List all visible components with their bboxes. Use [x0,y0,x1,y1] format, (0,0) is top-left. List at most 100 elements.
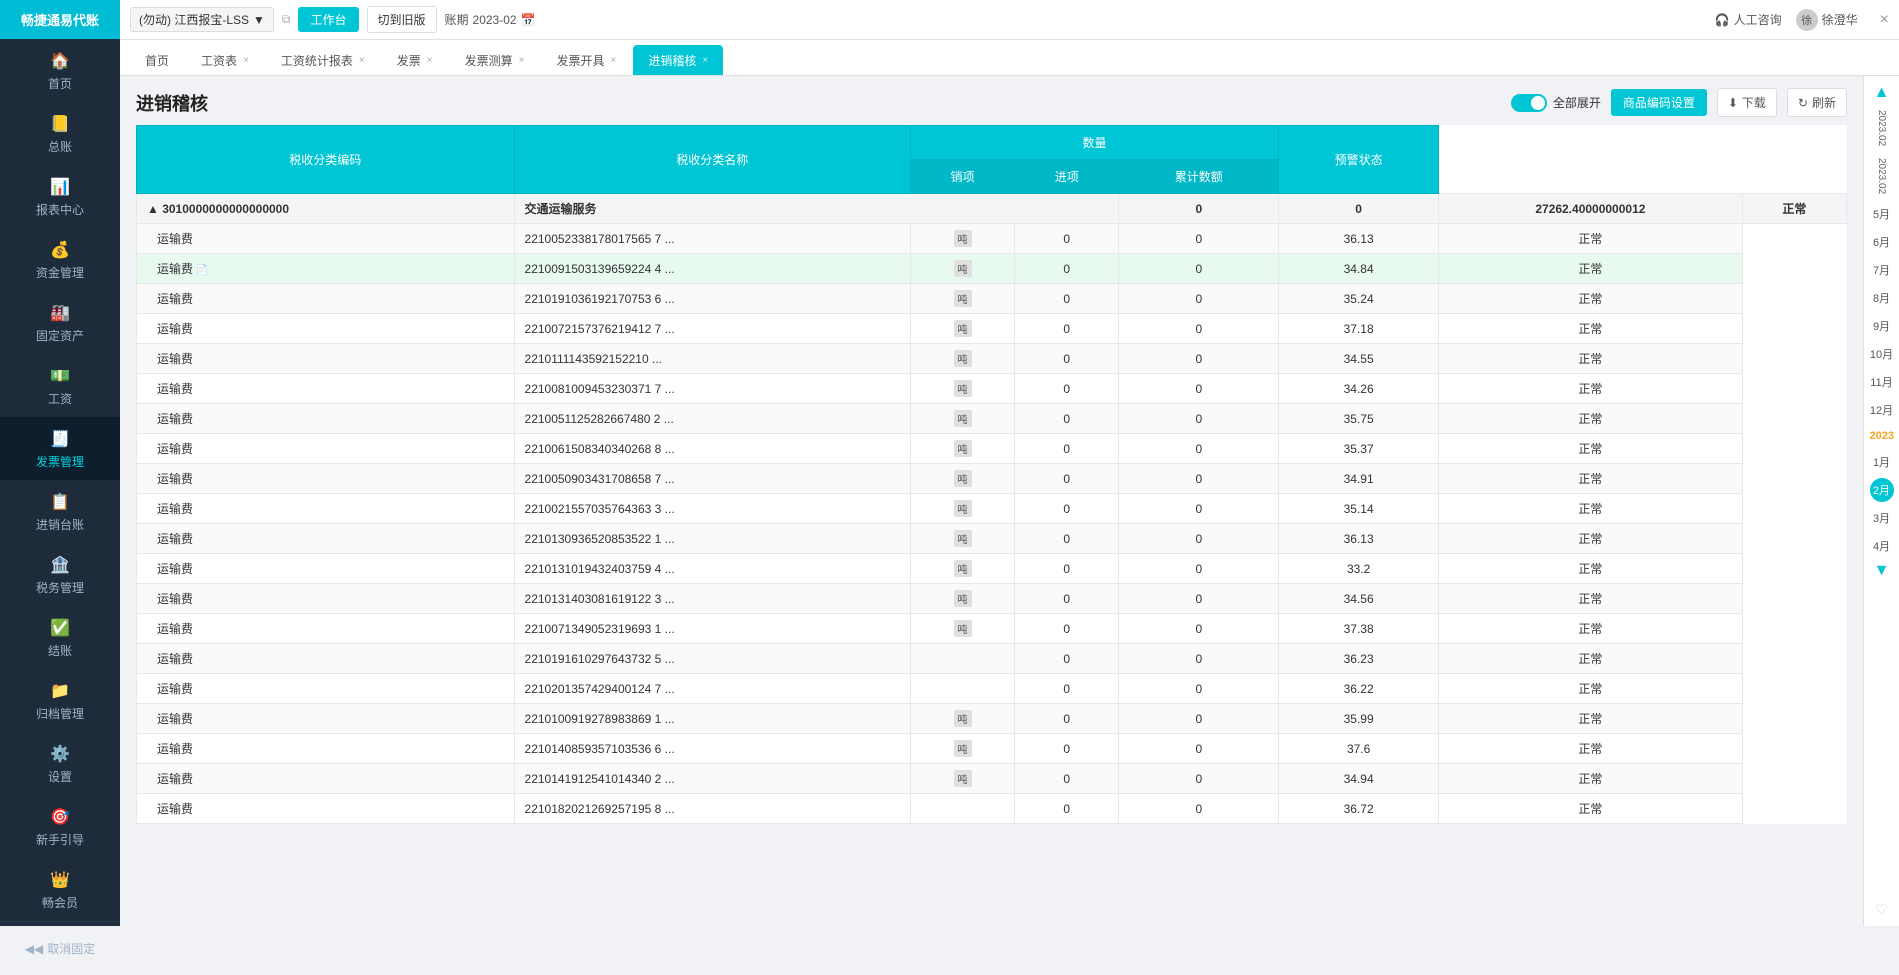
download-label: 下载 [1742,94,1766,111]
service-label: 人工咨询 [1734,11,1782,28]
month-3[interactable]: 3月 [1868,506,1896,530]
month-4[interactable]: 4月 [1868,534,1896,558]
month-10[interactable]: 10月 [1868,342,1896,366]
tab-close-icon[interactable]: × [427,55,433,66]
table-row[interactable]: 运输费2210051125282667480 2 ...吨0035.75正常 [137,404,1847,434]
tab-invoice-calc[interactable]: 发票测算 × [450,45,540,75]
cell-purchase: 0 [1119,764,1279,794]
unpin-button[interactable]: ◀◀ 取消固定 [0,932,120,965]
tab-close-icon[interactable]: × [519,55,525,66]
sidebar-item-member[interactable]: 👑 畅会员 [0,858,120,921]
table-row[interactable]: ▲ 3010000000000000000交通运输服务0027262.40000… [137,194,1847,224]
panel-up-arrow[interactable]: ▲ [1874,84,1890,102]
cell-tag: 吨 [910,254,1014,284]
sidebar-item-settle[interactable]: ✅ 结账 [0,606,120,669]
table-row[interactable]: 运输费2210131019432403759 4 ...吨0033.2正常 [137,554,1847,584]
sidebar-item-archive[interactable]: 📁 归档管理 [0,669,120,732]
tab-close-icon[interactable]: × [359,55,365,66]
workspace-button[interactable]: 工作台 [298,7,358,32]
cell-tag [910,644,1014,674]
month-1[interactable]: 1月 [1868,450,1896,474]
month-7[interactable]: 7月 [1868,258,1896,282]
tab-label: 工资统计报表 [281,52,353,69]
table-row[interactable]: 运输费2210140859357103536 6 ...吨0037.6正常 [137,734,1847,764]
cell-status: 正常 [1439,464,1743,494]
cell-name: 运输费 [137,674,515,704]
sidebar-item-salary[interactable]: 💵 工资 [0,354,120,417]
table-row[interactable]: 运输费2210131403081619122 3 ...吨0034.56正常 [137,584,1847,614]
refresh-button[interactable]: ↻ 刷新 [1787,88,1847,117]
sidebar-item-guide[interactable]: 🎯 新手引导 [0,795,120,858]
sidebar-item-label: 设置 [48,768,72,785]
month-2-current[interactable]: 2月 [1870,478,1894,502]
tab-inout-check[interactable]: 进销稽核 × [633,45,723,75]
cell-code: ▲ 3010000000000000000 [137,194,515,224]
tab-salary[interactable]: 工资表 × [186,45,264,75]
cell-purchase: 0 [1119,554,1279,584]
sidebar-item-tax[interactable]: 🏦 税务管理 [0,543,120,606]
cell-status: 正常 [1439,794,1743,824]
table-row[interactable]: 运输费2210052338178017565 7 ...吨0036.13正常 [137,224,1847,254]
tab-invoice[interactable]: 发票 × [382,45,448,75]
copy-icon[interactable]: ⧉ [282,12,291,27]
table-row[interactable]: 运输费2210182021269257195 8 ...0036.72正常 [137,794,1847,824]
sidebar-item-ledger[interactable]: 📒 总账 [0,102,120,165]
sidebar-item-inout[interactable]: 📋 进销台账 [0,480,120,543]
month-12[interactable]: 12月 [1868,398,1896,422]
table-row[interactable]: 运输费2210071349052319693 1 ...吨0037.38正常 [137,614,1847,644]
table-row[interactable]: 运输费2210191036192170753 6 ...吨0035.24正常 [137,284,1847,314]
cell-sales: 0 [1119,194,1279,224]
panel-down-arrow[interactable]: ▼ [1874,562,1890,580]
table-row[interactable]: 运输费 📄2210091503139659224 4 ...吨0034.84正常 [137,254,1847,284]
table-row[interactable]: 运输费2210201357429400124 7 ...0036.22正常 [137,674,1847,704]
cell-invoice-code: 2210141912541014340 2 ... [514,764,910,794]
month-8[interactable]: 8月 [1868,286,1896,310]
sidebar-item-label: 结账 [48,642,72,659]
table-row[interactable]: 运输费2210141912541014340 2 ...吨0034.94正常 [137,764,1847,794]
table-row[interactable]: 运输费2210061508340340268 8 ...吨0035.37正常 [137,434,1847,464]
sidebar-item-home[interactable]: 🏠 首页 [0,39,120,102]
cell-status: 正常 [1439,734,1743,764]
sidebar-item-fund[interactable]: 💰 资金管理 [0,228,120,291]
tab-close-icon[interactable]: × [243,55,249,66]
table-row[interactable]: 运输费2210050903431708658 7 ...吨0034.91正常 [137,464,1847,494]
cell-status: 正常 [1439,434,1743,464]
month-9[interactable]: 9月 [1868,314,1896,338]
service-button[interactable]: 🎧 人工咨询 [1715,11,1782,28]
month-5[interactable]: 5月 [1868,202,1896,226]
table-row[interactable]: 运输费2210081009453230371 7 ...吨0034.26正常 [137,374,1847,404]
guide-icon: 🎯 [50,807,70,827]
month-11[interactable]: 11月 [1868,370,1896,394]
tab-invoice-open[interactable]: 发票开具 × [541,45,631,75]
download-button[interactable]: ⬇ 下载 [1717,88,1777,117]
cell-sales: 0 [1015,584,1119,614]
cell-purchase: 0 [1119,674,1279,704]
tab-salary-stat[interactable]: 工资统计报表 × [266,45,380,75]
cell-invoice-code: 2210050903431708658 7 ... [514,464,910,494]
download-icon: ⬇ [1728,96,1738,110]
close-button[interactable]: × [1880,11,1889,29]
company-selector[interactable]: (勿动) 江西报宝-LSS ▼ [130,7,274,32]
table-row[interactable]: 运输费2210191610297643732 5 ...0036.23正常 [137,644,1847,674]
table-row[interactable]: 运输费2210111143592152210 ...吨0034.55正常 [137,344,1847,374]
cell-name: 运输费 [137,434,515,464]
table-row[interactable]: 运输费2210072157376219412 7 ...吨0037.18正常 [137,314,1847,344]
content-area: 进销稽核 全部展开 商品编码设置 ⬇ 下载 ↻ 刷新 [120,76,1899,926]
switch-version-button[interactable]: 切到旧版 [367,6,437,33]
table-row[interactable]: 运输费2210100919278983869 1 ...吨0035.99正常 [137,704,1847,734]
tab-home[interactable]: 首页 [130,45,184,75]
sidebar-item-settings[interactable]: ⚙️ 设置 [0,732,120,795]
sidebar-item-invoice[interactable]: 🧾 发票管理 [0,417,120,480]
month-6[interactable]: 6月 [1868,230,1896,254]
right-panel: ▲ 2023.02 2023.02 5月 6月 7月 8月 9月 10月 11月… [1863,76,1899,926]
tab-close-icon[interactable]: × [702,55,708,66]
table-row[interactable]: 运输费2210021557035764363 3 ...吨0035.14正常 [137,494,1847,524]
commodity-code-settings-button[interactable]: 商品编码设置 [1611,89,1707,116]
tab-close-icon[interactable]: × [610,55,616,66]
sidebar-item-asset[interactable]: 🏭 固定资产 [0,291,120,354]
sidebar-item-report[interactable]: 📊 报表中心 [0,165,120,228]
user-menu[interactable]: 徐 徐澄华 [1796,9,1858,31]
expand-toggle[interactable] [1511,94,1547,112]
table-row[interactable]: 运输费2210130936520853522 1 ...吨0036.13正常 [137,524,1847,554]
calendar-icon[interactable]: 📅 [521,13,536,27]
